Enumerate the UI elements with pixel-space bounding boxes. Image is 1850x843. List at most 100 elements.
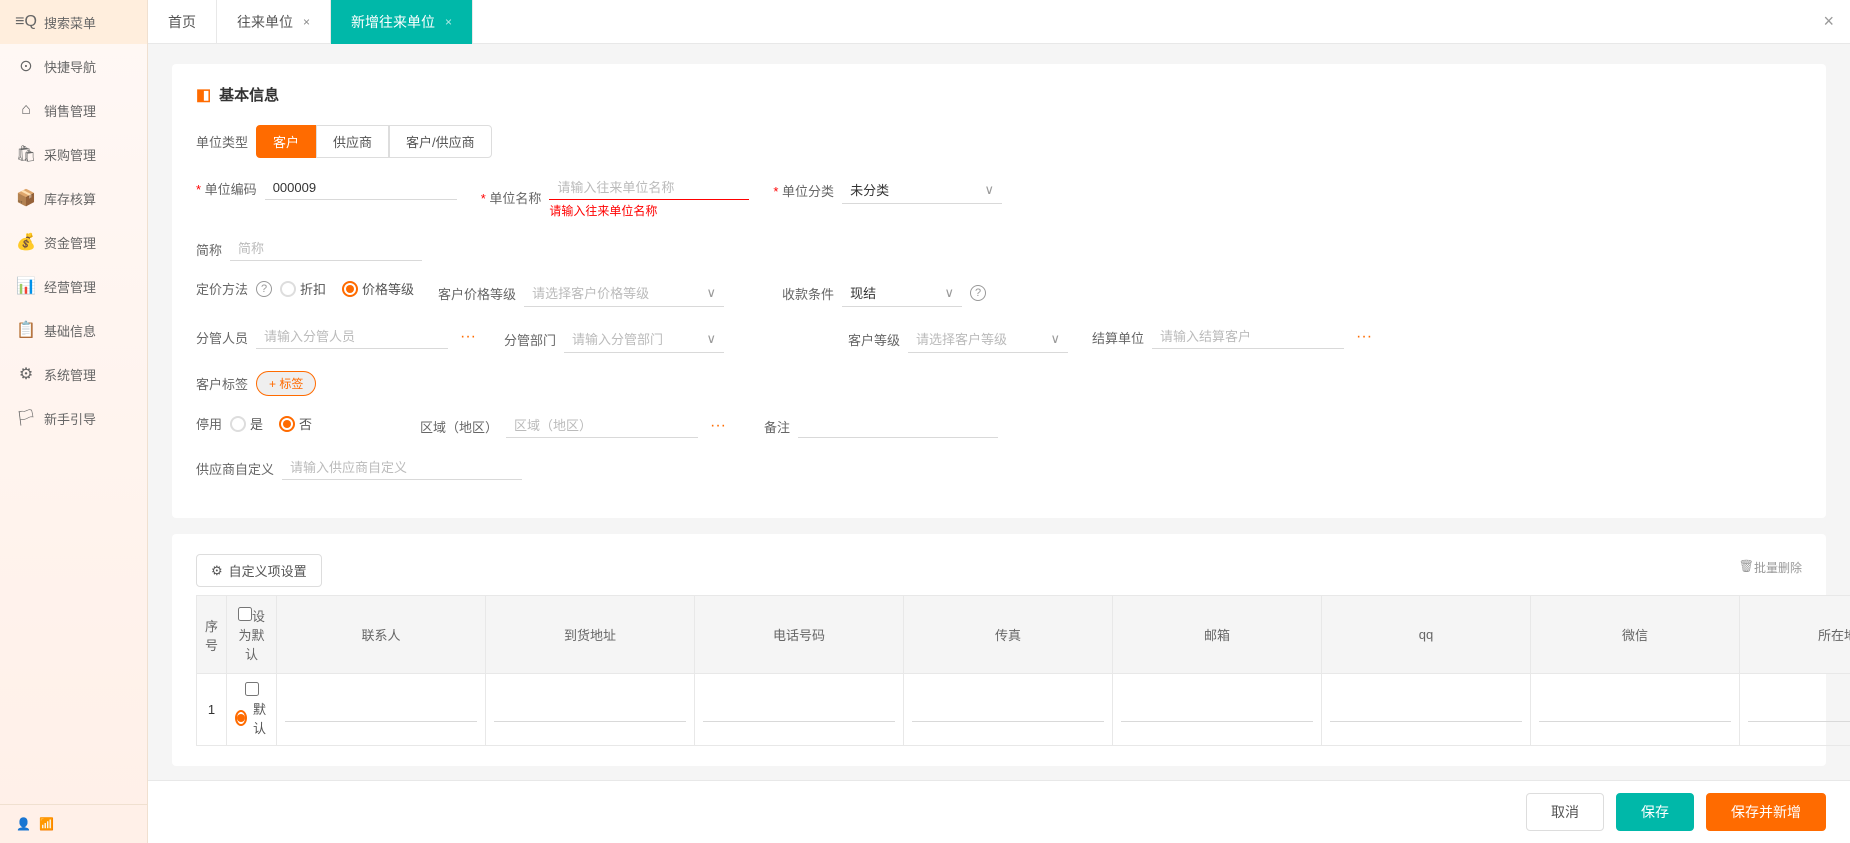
payment-terms-label: 收款条件 <box>782 284 834 303</box>
disable-yes-radio[interactable]: 是 <box>230 414 263 433</box>
pricing-discount-radio[interactable]: 折扣 <box>280 279 326 298</box>
sidebar-item-label: 库存核算 <box>44 189 96 208</box>
pricing-level-radio[interactable]: 价格等级 <box>342 279 414 298</box>
row-checkbox[interactable] <box>245 682 259 696</box>
table-row: 1 默认 <box>197 674 1850 746</box>
table-head: 序号 设为默认 联系人 到货地址 电话号码 传真 邮箱 qq 微信 所在地区 操… <box>197 596 1850 674</box>
save-button[interactable]: 保存 <box>1616 793 1694 831</box>
remark-label: 备注 <box>764 417 790 436</box>
row-default-radio[interactable]: 默认 <box>235 699 268 737</box>
unit-category-label: 单位分类 <box>773 181 834 200</box>
tab-partner[interactable]: 往来单位 × <box>217 0 331 44</box>
basic-info-section: ◧ 基本信息 单位类型 客户 供应商 客户/供应商 单位编码 <box>172 64 1826 518</box>
pricing-discount-circle <box>280 281 296 297</box>
sidebar-item-finance[interactable]: 💰 资金管理 <box>0 220 147 264</box>
col-contact: 联系人 <box>277 596 486 674</box>
customer-level-group: 客户等级 请选择客户等级 ∨ <box>848 325 1068 353</box>
row-default-label: 默认 <box>251 699 268 737</box>
tab-partner-close[interactable]: × <box>303 15 310 29</box>
sidebar-item-purchase[interactable]: 🛍 采购管理 <box>0 132 147 176</box>
batch-delete-btn[interactable]: 🗑 批量删除 <box>1739 559 1802 576</box>
settlement-input[interactable] <box>1152 325 1344 349</box>
close-all-tabs[interactable]: × <box>1807 11 1850 32</box>
settings-icon: ⚙ <box>211 563 223 579</box>
sidebar-item-quick-nav[interactable]: ⊙ 快捷导航 <box>0 44 147 88</box>
payment-terms-select[interactable]: 现结 ∨ <box>842 279 962 307</box>
row-wechat-input[interactable] <box>1539 698 1731 722</box>
customer-level-select[interactable]: 请选择客户等级 ∨ <box>908 325 1068 353</box>
sidebar-item-label: 基础信息 <box>44 321 96 340</box>
manager-input[interactable] <box>256 325 448 349</box>
pricing-method-label: 定价方法 <box>196 279 248 298</box>
supplier-custom-input[interactable] <box>282 456 522 480</box>
unit-category-group: 单位分类 未分类 ∨ <box>773 176 1002 204</box>
customer-price-level-select[interactable]: 请选择客户价格等级 ∨ <box>524 279 724 307</box>
tab-new-partner-close[interactable]: × <box>445 15 452 29</box>
custom-settings-btn[interactable]: ⚙ 自定义项设置 <box>196 554 322 587</box>
guide-icon: 🏳 <box>16 408 36 428</box>
unit-name-group: 单位名称 请输入往来单位名称 <box>481 176 750 219</box>
sidebar-item-label: 新手引导 <box>44 409 96 428</box>
sidebar-item-basic[interactable]: 📋 基础信息 <box>0 308 147 352</box>
supplier-custom-label: 供应商自定义 <box>196 459 274 478</box>
cancel-button[interactable]: 取消 <box>1526 793 1604 831</box>
unit-code-input[interactable] <box>265 176 457 200</box>
sidebar-item-inventory[interactable]: 📦 库存核算 <box>0 176 147 220</box>
payment-terms-help-icon[interactable]: ? <box>970 285 986 301</box>
row-index: 1 <box>197 674 227 746</box>
tab-home[interactable]: 首页 <box>148 0 217 44</box>
remark-input[interactable] <box>798 414 998 438</box>
row-address-input[interactable] <box>494 698 686 722</box>
save-and-new-button[interactable]: 保存并新增 <box>1706 793 1826 831</box>
sidebar-item-label: 系统管理 <box>44 365 96 384</box>
disable-no-radio[interactable]: 否 <box>279 414 312 433</box>
row-email <box>1113 674 1322 746</box>
sidebar-item-search[interactable]: ≡Q 搜索菜单 <box>0 0 147 44</box>
area-label: 区域（地区） <box>420 417 498 436</box>
area-input[interactable] <box>506 414 698 438</box>
code-name-row: 单位编码 单位名称 请输入往来单位名称 单位分类 未分类 ∨ <box>196 176 1802 219</box>
row-qq <box>1322 674 1531 746</box>
batch-delete-label: 批量删除 <box>1754 559 1802 576</box>
row-contact-input[interactable] <box>285 698 477 722</box>
sidebar-item-guide[interactable]: 🏳 新手引导 <box>0 396 147 440</box>
pricing-help-icon[interactable]: ? <box>256 281 272 297</box>
abbreviation-input[interactable] <box>230 237 422 261</box>
manager-more-btn[interactable]: ··· <box>456 328 480 346</box>
tab-home-label: 首页 <box>168 12 196 32</box>
table-section: ⚙ 自定义项设置 🗑 批量删除 序号 设为默认 联系人 到货地址 电话号码 <box>172 534 1826 766</box>
row-contact <box>277 674 486 746</box>
sidebar-bar-icon: 📶 <box>39 817 54 831</box>
col-default: 设为默认 <box>227 596 277 674</box>
customer-price-level-group: 客户价格等级 请选择客户价格等级 ∨ <box>438 279 758 307</box>
sidebar-item-system[interactable]: ⚙ 系统管理 <box>0 352 147 396</box>
row-fax-input[interactable] <box>912 698 1104 722</box>
unit-category-select[interactable]: 未分类 ∨ <box>842 176 1002 204</box>
row-email-input[interactable] <box>1121 698 1313 722</box>
disable-yes-label: 是 <box>250 414 263 433</box>
unit-name-input[interactable] <box>549 176 749 200</box>
row-qq-input[interactable] <box>1330 698 1522 722</box>
unit-type-supplier-btn[interactable]: 供应商 <box>316 125 389 158</box>
row-phone-input[interactable] <box>703 698 895 722</box>
unit-type-both-btn[interactable]: 客户/供应商 <box>389 125 492 158</box>
sidebar-item-operations[interactable]: 📊 经营管理 <box>0 264 147 308</box>
disable-group: 停用 是 否 <box>196 414 396 433</box>
row-area-input[interactable] <box>1748 698 1850 722</box>
sidebar-item-label: 资金管理 <box>44 233 96 252</box>
area-more-btn[interactable]: ··· <box>706 417 730 435</box>
sidebar-item-sales[interactable]: ⌂ 销售管理 <box>0 88 147 132</box>
tab-new-partner[interactable]: 新增往来单位 × <box>331 0 473 44</box>
col-fax: 传真 <box>904 596 1113 674</box>
unit-type-customer-btn[interactable]: 客户 <box>256 125 316 158</box>
add-tag-button[interactable]: + 标签 <box>256 371 316 396</box>
unit-name-with-error: 请输入往来单位名称 <box>549 176 749 219</box>
unit-code-group: 单位编码 <box>196 176 457 200</box>
settlement-more-btn[interactable]: ··· <box>1352 328 1376 346</box>
select-all-checkbox[interactable] <box>238 607 252 621</box>
sidebar-user-icon: 👤 <box>16 817 31 831</box>
unit-name-label: 单位名称 <box>481 188 542 207</box>
sidebar-item-label: 快捷导航 <box>44 57 96 76</box>
department-select[interactable]: 请输入分管部门 ∨ <box>564 325 724 353</box>
row-address <box>486 674 695 746</box>
